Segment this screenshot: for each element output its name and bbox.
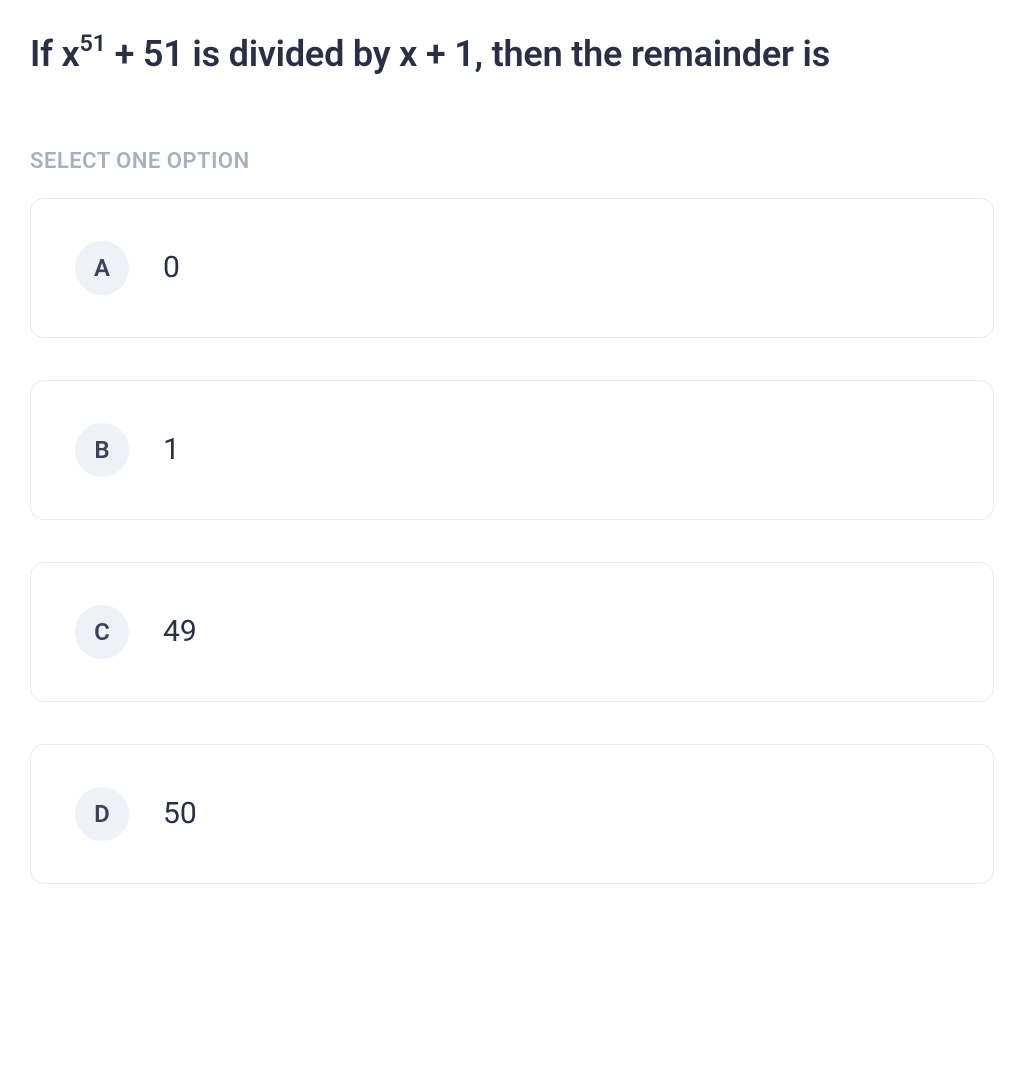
question-suffix: + 51 is divided by x + 1, then the remai…	[106, 33, 830, 75]
question-exponent: 51	[80, 29, 106, 57]
question-text: If x51 + 51 is divided by x + 1, then th…	[30, 30, 994, 79]
question-prefix: If x	[30, 33, 80, 75]
option-letter: B	[75, 423, 129, 477]
option-text: 0	[163, 250, 180, 285]
option-text: 49	[163, 614, 197, 649]
instruction-label: SELECT ONE OPTION	[30, 149, 994, 174]
option-letter: D	[75, 787, 129, 841]
option-c[interactable]: C 49	[30, 562, 994, 702]
option-text: 50	[163, 796, 197, 831]
option-letter: C	[75, 605, 129, 659]
option-a[interactable]: A 0	[30, 198, 994, 338]
option-b[interactable]: B 1	[30, 380, 994, 520]
option-d[interactable]: D 50	[30, 744, 994, 884]
options-list: A 0 B 1 C 49 D 50	[30, 198, 994, 884]
option-letter: A	[75, 241, 129, 295]
option-text: 1	[163, 432, 180, 467]
